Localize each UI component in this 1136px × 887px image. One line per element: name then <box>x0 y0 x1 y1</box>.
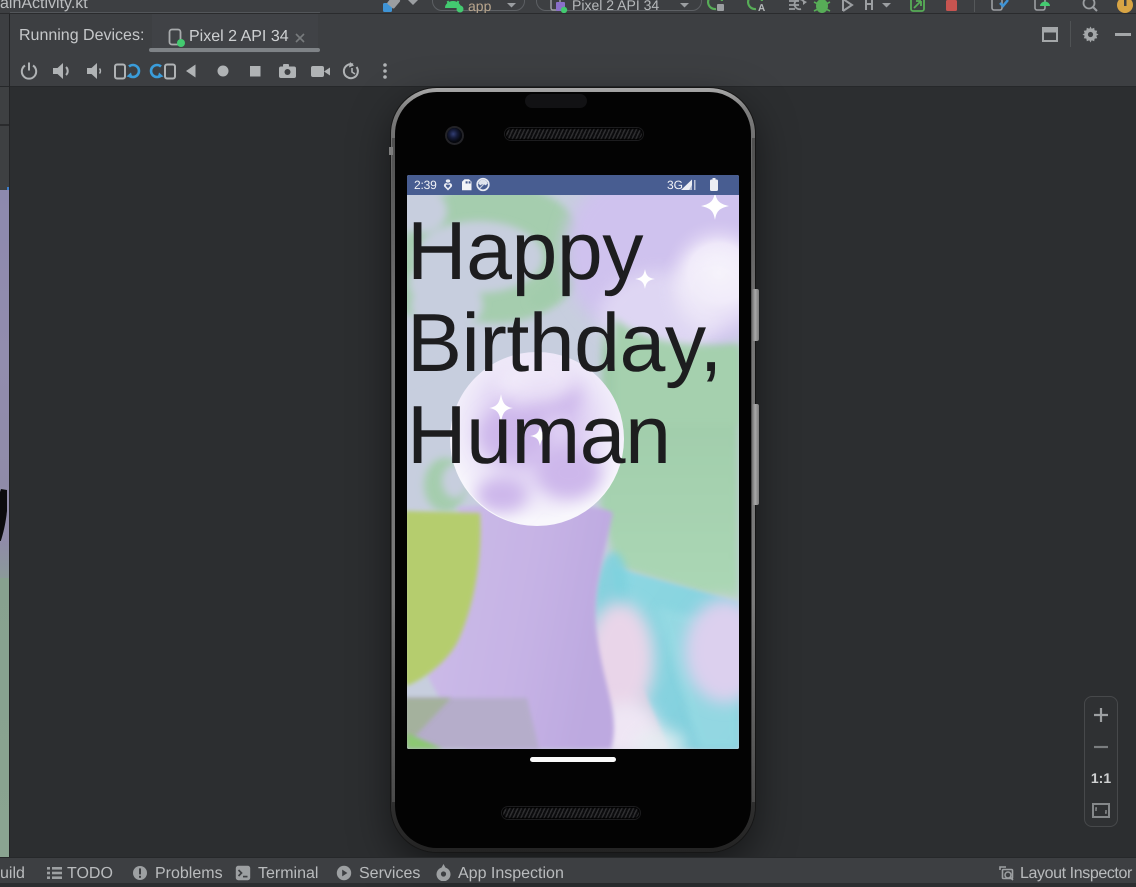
svg-text:app: app <box>468 0 492 13</box>
svg-text:A: A <box>758 3 765 13</box>
svg-text:Pixel 2 API 34: Pixel 2 API 34 <box>572 0 659 13</box>
